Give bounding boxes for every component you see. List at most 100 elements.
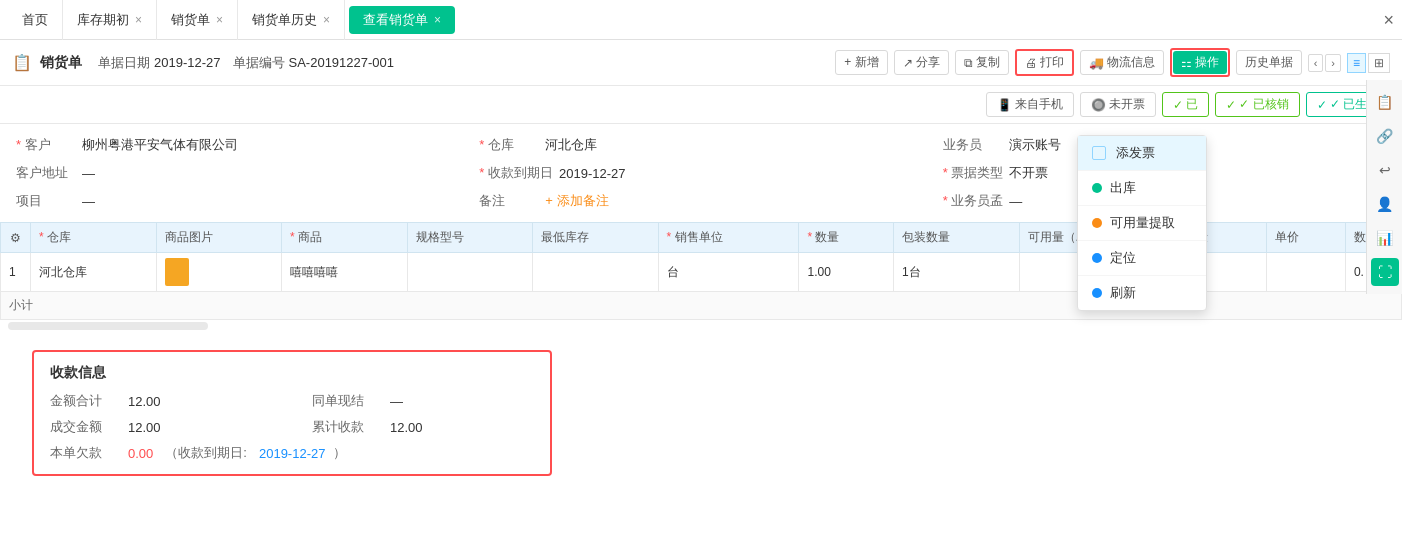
tab-inventory-init-label: 库存期初: [77, 11, 129, 29]
operation-button[interactable]: ⚏ 操作: [1173, 51, 1227, 74]
same-order-value: —: [390, 394, 403, 409]
tab-bar: 首页 库存期初 × 销货单 × 销货单历史 × 查看销货单 × ×: [0, 0, 1402, 40]
sidebar-icon-link[interactable]: 🔗: [1371, 122, 1399, 150]
history-button[interactable]: 历史单据: [1236, 50, 1302, 75]
confirm-label: 已: [1186, 96, 1198, 113]
add-invoice-label: 添发票: [1116, 144, 1155, 162]
dropdown-available-qty[interactable]: 可用量提取: [1078, 206, 1206, 241]
current-due-row: 本单欠款 0.00 （收款到期日: 2019-12-27 ）: [50, 444, 534, 462]
view-grid-button[interactable]: ⊞: [1368, 53, 1390, 73]
from-phone-label: 来自手机: [1015, 96, 1063, 113]
note-add[interactable]: + 添加备注: [545, 192, 608, 210]
confirm-icon: ✓: [1173, 98, 1183, 112]
sidebar-icon-back[interactable]: ↩: [1371, 156, 1399, 184]
tab-home-label: 首页: [22, 11, 48, 29]
share-label: 分享: [916, 54, 940, 71]
new-button[interactable]: + 新增: [835, 50, 887, 75]
col-price: 单价: [1266, 223, 1345, 253]
salesperson-label: 业务员孟: [943, 192, 1004, 210]
share-button[interactable]: ↗ 分享: [894, 50, 949, 75]
tab-inventory-init-close[interactable]: ×: [135, 13, 142, 27]
tab-inventory-init[interactable]: 库存期初 ×: [63, 0, 157, 40]
dropdown-ship-out[interactable]: 出库: [1078, 171, 1206, 206]
ticket-label: 票据类型: [943, 164, 1004, 182]
sidebar-icon-doc[interactable]: 📋: [1371, 88, 1399, 116]
view-list-button[interactable]: ≡: [1347, 53, 1366, 73]
logistics-icon: 🚚: [1089, 56, 1104, 70]
scroll-hint[interactable]: [8, 322, 208, 330]
print-button[interactable]: 🖨 打印: [1015, 49, 1074, 76]
confirm-button[interactable]: ✓ 已: [1162, 92, 1209, 117]
col-unit: * 销售单位: [658, 223, 799, 253]
col-product: * 商品: [282, 223, 408, 253]
not-open-label: 未开票: [1109, 96, 1145, 113]
locate-label: 定位: [1110, 249, 1136, 267]
current-due-note: （收款到期日:: [165, 444, 247, 462]
row-spec: [407, 253, 533, 292]
tab-sales-history-close[interactable]: ×: [323, 13, 330, 27]
logistics-button[interactable]: 🚚 物流信息: [1080, 50, 1164, 75]
prev-button[interactable]: ‹: [1308, 54, 1324, 72]
copy-label: 复制: [976, 54, 1000, 71]
phone-icon: 📱: [997, 98, 1012, 112]
project-value: —: [82, 194, 95, 209]
doc-number-label: 单据编号: [233, 54, 285, 72]
tab-view-sales-order-close[interactable]: ×: [434, 13, 441, 27]
sidebar-icon-user[interactable]: 👤: [1371, 190, 1399, 218]
current-due-value: 0.00: [128, 446, 153, 461]
warehouse-value: 河北仓库: [545, 136, 597, 154]
operation-label: 操作: [1195, 54, 1219, 71]
share-icon: ↗: [903, 56, 913, 70]
address-row: 客户地址 —: [16, 164, 459, 182]
staff-value: 演示账号: [1009, 136, 1061, 154]
tab-view-sales-order[interactable]: 查看销货单 ×: [349, 6, 455, 34]
tab-home[interactable]: 首页: [8, 0, 63, 40]
row-image: [156, 253, 282, 292]
payment-date-row: 收款到期日 2019-12-27: [479, 164, 922, 182]
add-invoice-icon: [1092, 146, 1106, 160]
product-image: [165, 258, 189, 286]
next-button[interactable]: ›: [1325, 54, 1341, 72]
current-due-item: 本单欠款 0.00 （收款到期日: 2019-12-27 ）: [50, 444, 534, 462]
doc-icon: 📋: [12, 53, 32, 72]
dropdown-refresh[interactable]: 刷新: [1078, 276, 1206, 310]
row-qty: 1.00: [799, 253, 894, 292]
refresh-label: 刷新: [1110, 284, 1136, 302]
history-label: 历史单据: [1245, 54, 1293, 71]
tab-sales-history[interactable]: 销货单历史 ×: [238, 0, 345, 40]
payment-info-box: 收款信息 金额合计 12.00 同单现结 — 成交金额 12.00: [32, 350, 552, 476]
cumulative-value: 12.00: [390, 420, 423, 435]
current-due-close: ）: [333, 444, 346, 462]
col-image: 商品图片: [156, 223, 282, 253]
same-order-label: 同单现结: [312, 392, 382, 410]
tab-sales-order-close[interactable]: ×: [216, 13, 223, 27]
dropdown-add-invoice[interactable]: 添发票: [1078, 136, 1206, 171]
note-row: 备注 + 添加备注: [479, 192, 922, 210]
operation-dropdown: 添发票 出库 可用量提取 定位 刷新: [1077, 135, 1207, 311]
cancelled-button[interactable]: ✓ ✓ 已核销: [1215, 92, 1299, 117]
tab-sales-history-label: 销货单历史: [252, 11, 317, 29]
not-open-icon: 🔘: [1091, 98, 1106, 112]
window-close-button[interactable]: ×: [1383, 9, 1394, 30]
payment-grid: 金额合计 12.00 同单现结 — 成交金额 12.00 累计收款 12.00: [50, 392, 534, 462]
copy-icon: ⧉: [964, 56, 973, 70]
available-qty-icon: [1092, 218, 1102, 228]
status-bar: 📱 来自手机 🔘 未开票 ✓ 已 ✓ ✓ 已核销 ✓ ✓ 已生效: [0, 86, 1402, 124]
row-warehouse: 河北仓库: [31, 253, 157, 292]
copy-button[interactable]: ⧉ 复制: [955, 50, 1009, 75]
sidebar-icon-chart[interactable]: 📊: [1371, 224, 1399, 252]
doc-date-item: 单据日期 2019-12-27: [98, 54, 221, 72]
tab-sales-order[interactable]: 销货单 ×: [157, 0, 238, 40]
not-open-ticket-button[interactable]: 🔘 未开票: [1080, 92, 1156, 117]
sidebar-icon-expand[interactable]: ⛶: [1371, 258, 1399, 286]
dropdown-locate[interactable]: 定位: [1078, 241, 1206, 276]
col-settings[interactable]: ⚙: [1, 223, 31, 253]
note-label: 备注: [479, 192, 539, 210]
col-qty: * 数量: [799, 223, 894, 253]
total-value: 12.00: [128, 394, 161, 409]
doc-title-area: 📋 销货单 单据日期 2019-12-27 单据编号 SA-20191227-0…: [12, 53, 394, 72]
tab-sales-order-label: 销货单: [171, 11, 210, 29]
from-phone-button[interactable]: 📱 来自手机: [986, 92, 1074, 117]
address-label: 客户地址: [16, 164, 76, 182]
customer-value: 柳州粤港平安气体有限公司: [82, 136, 238, 154]
